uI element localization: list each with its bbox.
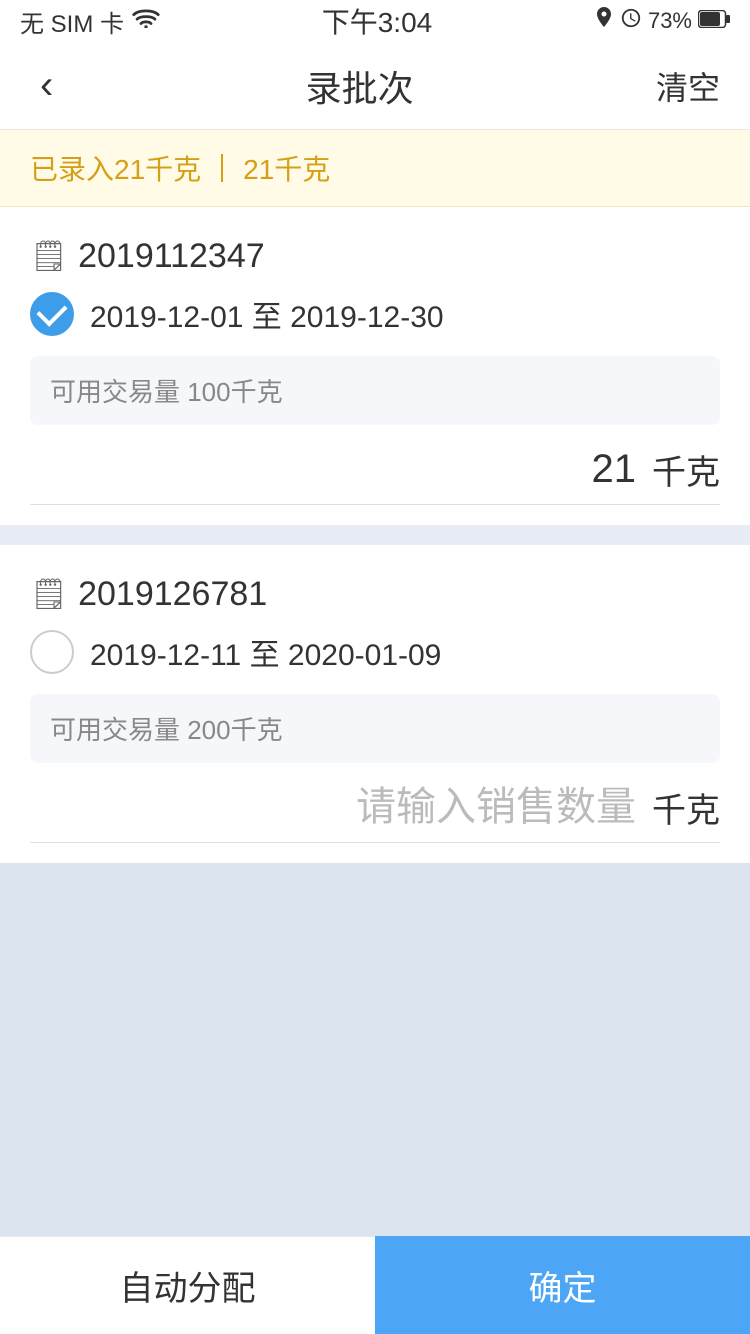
battery-icon (698, 8, 730, 34)
recorded-label: 已录入21千克 (30, 148, 201, 188)
batch-1-radio[interactable] (30, 292, 74, 336)
batch-item-1: 🗒 2019112347 2019-12-01 至 2019-12-30 可用交… (0, 207, 750, 425)
confirm-button[interactable]: 确定 (375, 1236, 750, 1334)
batch-1-amount-line (30, 504, 720, 505)
batch-2-input-line (30, 842, 720, 843)
batch-1-amount-container: 21 千克 (0, 425, 750, 525)
batch-1-available: 可用交易量 100千克 (30, 356, 720, 425)
batch-2-date: 2019-12-11 至 2020-01-09 (90, 630, 441, 674)
wifi-icon (132, 7, 160, 35)
batch-1-header: 🗒 2019112347 (30, 237, 720, 276)
batch-2-icon: 🗒 (30, 577, 68, 612)
batch-item-2: 🗒 2019126781 2019-12-11 至 2020-01-09 可用交… (0, 545, 750, 763)
batch-1-date: 2019-12-01 至 2019-12-30 (90, 292, 444, 336)
batch-2-input-container: 千克 (0, 763, 750, 863)
bottom-bar: 自动分配 确定 (0, 1236, 750, 1334)
location-icon (594, 7, 614, 35)
status-bar: 无 SIM 卡 下午3:04 73% (0, 0, 750, 42)
batch-2-available: 可用交易量 200千克 (30, 694, 720, 763)
nav-title: 录批次 (306, 60, 414, 112)
info-divider (221, 154, 223, 182)
batch-1-date-row: 2019-12-01 至 2019-12-30 (30, 292, 720, 336)
batch-2-radio[interactable] (30, 630, 74, 674)
batch-1-amount-row: 21 千克 (0, 425, 750, 494)
info-bar: 已录入21千克 21千克 (0, 130, 750, 207)
battery-percent: 73% (648, 8, 692, 34)
batch-1-icon: 🗒 (30, 239, 68, 274)
batch-2-date-row: 2019-12-11 至 2020-01-09 (30, 630, 720, 674)
batch-2-input-row: 千克 (0, 763, 750, 832)
batch-2-header: 🗒 2019126781 (30, 575, 720, 614)
status-right: 73% (594, 7, 730, 35)
recorded-amount: 21千克 (243, 148, 330, 188)
batch-1-unit: 千克 (652, 445, 720, 494)
batch-2-unit: 千克 (652, 783, 720, 832)
batch-2-quantity-input[interactable] (336, 785, 636, 830)
sim-label: 无 SIM 卡 (20, 4, 124, 39)
status-left: 无 SIM 卡 (20, 4, 160, 39)
nav-bar: ‹ 录批次 清空 (0, 42, 750, 130)
back-button[interactable]: ‹ (30, 53, 63, 118)
batch-1-number: 2019112347 (78, 237, 265, 276)
alarm-icon (620, 7, 642, 35)
clear-button[interactable]: 清空 (656, 63, 720, 109)
auto-distribute-button[interactable]: 自动分配 (0, 1236, 375, 1334)
batch-1-amount-value: 21 (592, 447, 637, 492)
batch-2-number: 2019126781 (78, 575, 267, 614)
status-time: 下午3:04 (322, 1, 433, 41)
separator (0, 525, 750, 545)
